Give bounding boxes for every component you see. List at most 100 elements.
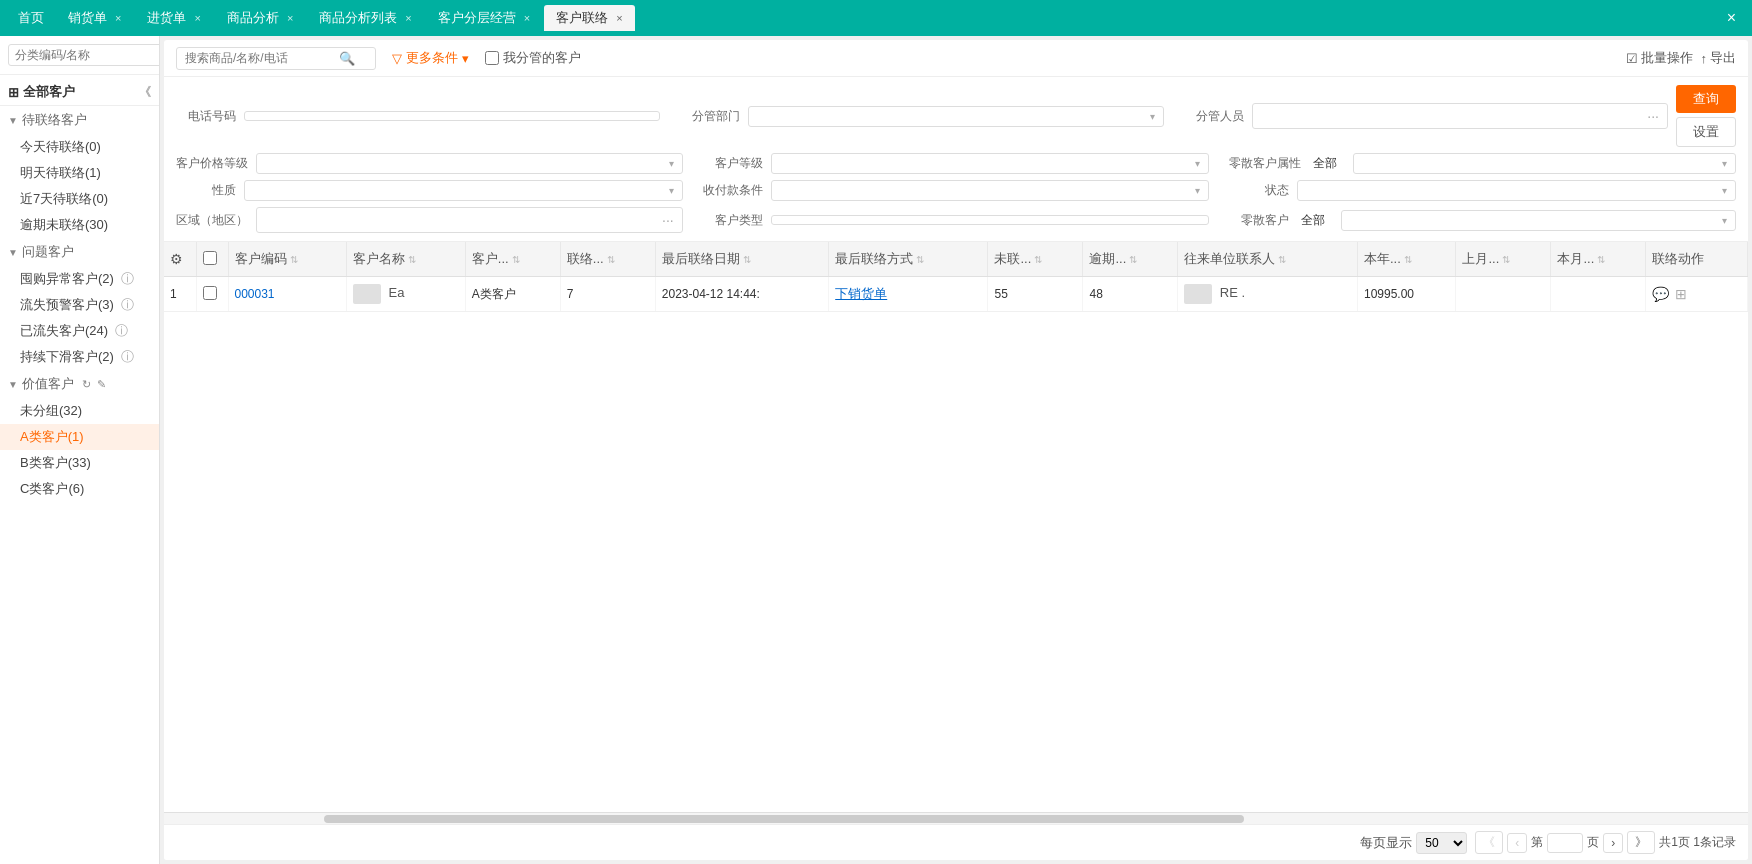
tab-sales-order[interactable]: 销货单 × [56,5,133,31]
sidebar-item-overdue[interactable]: 逾期未联络(30) [0,212,159,238]
cust-level-input[interactable]: ▾ [771,153,1210,174]
row-last-month [1456,277,1551,312]
sort-icon-year[interactable]: ⇅ [1404,254,1412,265]
table-header-row: ⚙ 客户编码⇅ 客户名称⇅ 客户...⇅ [164,242,1748,277]
row-code[interactable]: 000031 [228,277,347,312]
price-level-input[interactable]: ▾ [256,153,683,174]
edit-icon[interactable]: ✎ [97,378,106,391]
sidebar: 🔍 ⊞ 全部客户 《 ▼ 待联络客户 今天待联络(0) 明天待联络(1) 近7天… [0,36,160,864]
tab-purchase-order[interactable]: 进货单 × [135,5,212,31]
tab-customer-segment[interactable]: 客户分层经营 × [426,5,542,31]
close-tab-customer-segment[interactable]: × [524,12,530,24]
sidebar-item-today[interactable]: 今天待联络(0) [0,134,159,160]
section-pending-contact[interactable]: ▼ 待联络客户 [0,106,159,134]
close-tab-customer-contact[interactable]: × [616,12,622,24]
more-conditions-button[interactable]: ▽ 更多条件 ▾ [384,46,477,70]
query-button[interactable]: 查询 [1676,85,1736,113]
filter-manager: 分管人员 ··· [1184,103,1668,129]
row-last-contact-way[interactable]: 下销货单 [829,277,988,312]
main-search-input[interactable] [185,51,335,65]
sidebar-all-customers[interactable]: ⊞ 全部客户 《 [0,75,159,106]
nav-home[interactable]: 首页 [8,5,54,31]
sort-icon-unit[interactable]: ⇅ [1278,254,1286,265]
page-number-input[interactable]: 1 [1547,833,1583,853]
select-all-checkbox[interactable] [203,251,217,265]
setting-button[interactable]: 设置 [1676,117,1736,147]
sidebar-item-a-class[interactable]: A类客户(1) [0,424,159,450]
grid-settings-icon[interactable]: ⚙ [170,251,183,267]
close-tab-sales-order[interactable]: × [115,12,121,24]
pay-condition-input[interactable]: ▾ [771,180,1210,201]
section-problem-customers[interactable]: ▼ 问题客户 [0,238,159,266]
batch-operation-button[interactable]: ☑ 批量操作 [1626,49,1693,67]
sort-icon-this-month[interactable]: ⇅ [1597,254,1605,265]
tab-customer-contact[interactable]: 客户联络 × [544,5,634,31]
sidebar-collapse-button[interactable]: 《 [139,84,151,101]
export-button[interactable]: ↑ 导出 [1701,49,1737,67]
all-customers-icon: ⊞ [8,85,19,100]
sidebar-item-no-group[interactable]: 未分组(32) [0,398,159,424]
sidebar-item-churn-warning[interactable]: 流失预警客户(3) ⓘ [0,292,159,318]
qr-icon[interactable]: ⊞ [1675,286,1687,302]
sort-icon-name[interactable]: ⇅ [408,254,416,265]
sidebar-item-abnormal[interactable]: 囤购异常客户(2) ⓘ [0,266,159,292]
page-size-select[interactable]: 50 100 200 [1416,832,1467,854]
customer-table: ⚙ 客户编码⇅ 客户名称⇅ 客户...⇅ [164,242,1748,312]
th-last-contact-way: 最后联络方式⇅ [829,242,988,277]
th-last-month: 上月...⇅ [1456,242,1551,277]
close-tab-product-analysis[interactable]: × [287,12,293,24]
filter-row-1: 电话号码 分管部门 ▾ 分管人员 ··· [176,85,1736,147]
main-search-icon[interactable]: 🔍 [339,51,355,66]
tab-product-analysis[interactable]: 商品分析 × [215,5,305,31]
chat-icon[interactable]: 💬 [1652,286,1669,302]
sidebar-item-tomorrow[interactable]: 明天待联络(1) [0,160,159,186]
sidebar-search-input[interactable] [8,44,160,66]
sort-icon-no-contact[interactable]: ⇅ [1034,254,1042,265]
sidebar-item-7days[interactable]: 近7天待联络(0) [0,186,159,212]
filter-price-level: 客户价格等级 ▾ [176,153,683,174]
filter-retail-attr: 零散客户属性 全部 ▾ [1229,153,1736,174]
prev-page-button[interactable]: ‹ [1507,833,1527,853]
sidebar-item-c-class[interactable]: C类客户(6) [0,476,159,502]
retail-customer-input[interactable]: ▾ [1341,210,1736,231]
last-page-button[interactable]: 》 [1627,831,1655,854]
cust-type-input[interactable] [771,215,1210,225]
sort-icon-type[interactable]: ⇅ [512,254,520,265]
sidebar-item-b-class[interactable]: B类客户(33) [0,450,159,476]
window-close-button[interactable]: × [1719,5,1744,31]
chevron-down-icon: ▾ [462,51,469,66]
sort-icon-way[interactable]: ⇅ [916,254,924,265]
page-label: 第 [1531,834,1543,851]
my-customers-checkbox[interactable]: 我分管的客户 [485,49,581,67]
horizontal-scrollbar[interactable] [164,812,1748,824]
my-customers-check[interactable] [485,51,499,65]
th-action: 联络动作 [1646,242,1748,277]
total-records: 共1页 1条记录 [1659,834,1736,851]
status-input[interactable]: ▾ [1297,180,1736,201]
tab-product-analysis-list[interactable]: 商品分析列表 × [307,5,423,31]
sort-icon-date[interactable]: ⇅ [743,254,751,265]
filter-cust-type: 客户类型 [703,212,1210,229]
retail-attr-input[interactable]: ▾ [1353,153,1736,174]
phone-input[interactable] [244,111,660,121]
sidebar-item-churned[interactable]: 已流失客户(24) ⓘ [0,318,159,344]
section-value-customers[interactable]: ▼ 价值客户 ↻ ✎ [0,370,159,398]
dept-input[interactable]: ▾ [748,106,1164,127]
query-buttons: 查询 设置 [1676,85,1736,147]
sidebar-item-declining[interactable]: 持续下滑客户(2) ⓘ [0,344,159,370]
close-tab-product-analysis-list[interactable]: × [405,12,411,24]
close-tab-purchase-order[interactable]: × [194,12,200,24]
sort-icon-last-month[interactable]: ⇅ [1502,254,1510,265]
sort-icon-code[interactable]: ⇅ [290,254,298,265]
region-input[interactable]: ··· [256,207,683,233]
sort-icon-overdue[interactable]: ⇅ [1129,254,1137,265]
row-select-checkbox[interactable] [203,286,217,300]
first-page-button[interactable]: 《 [1475,831,1503,854]
row-no: 1 [164,277,196,312]
nature-input[interactable]: ▾ [244,180,683,201]
refresh-icon[interactable]: ↻ [82,378,91,391]
manager-input[interactable]: ··· [1252,103,1668,129]
sort-icon-contact[interactable]: ⇅ [607,254,615,265]
next-page-button[interactable]: › [1603,833,1623,853]
scrollbar-thumb[interactable] [324,815,1244,823]
